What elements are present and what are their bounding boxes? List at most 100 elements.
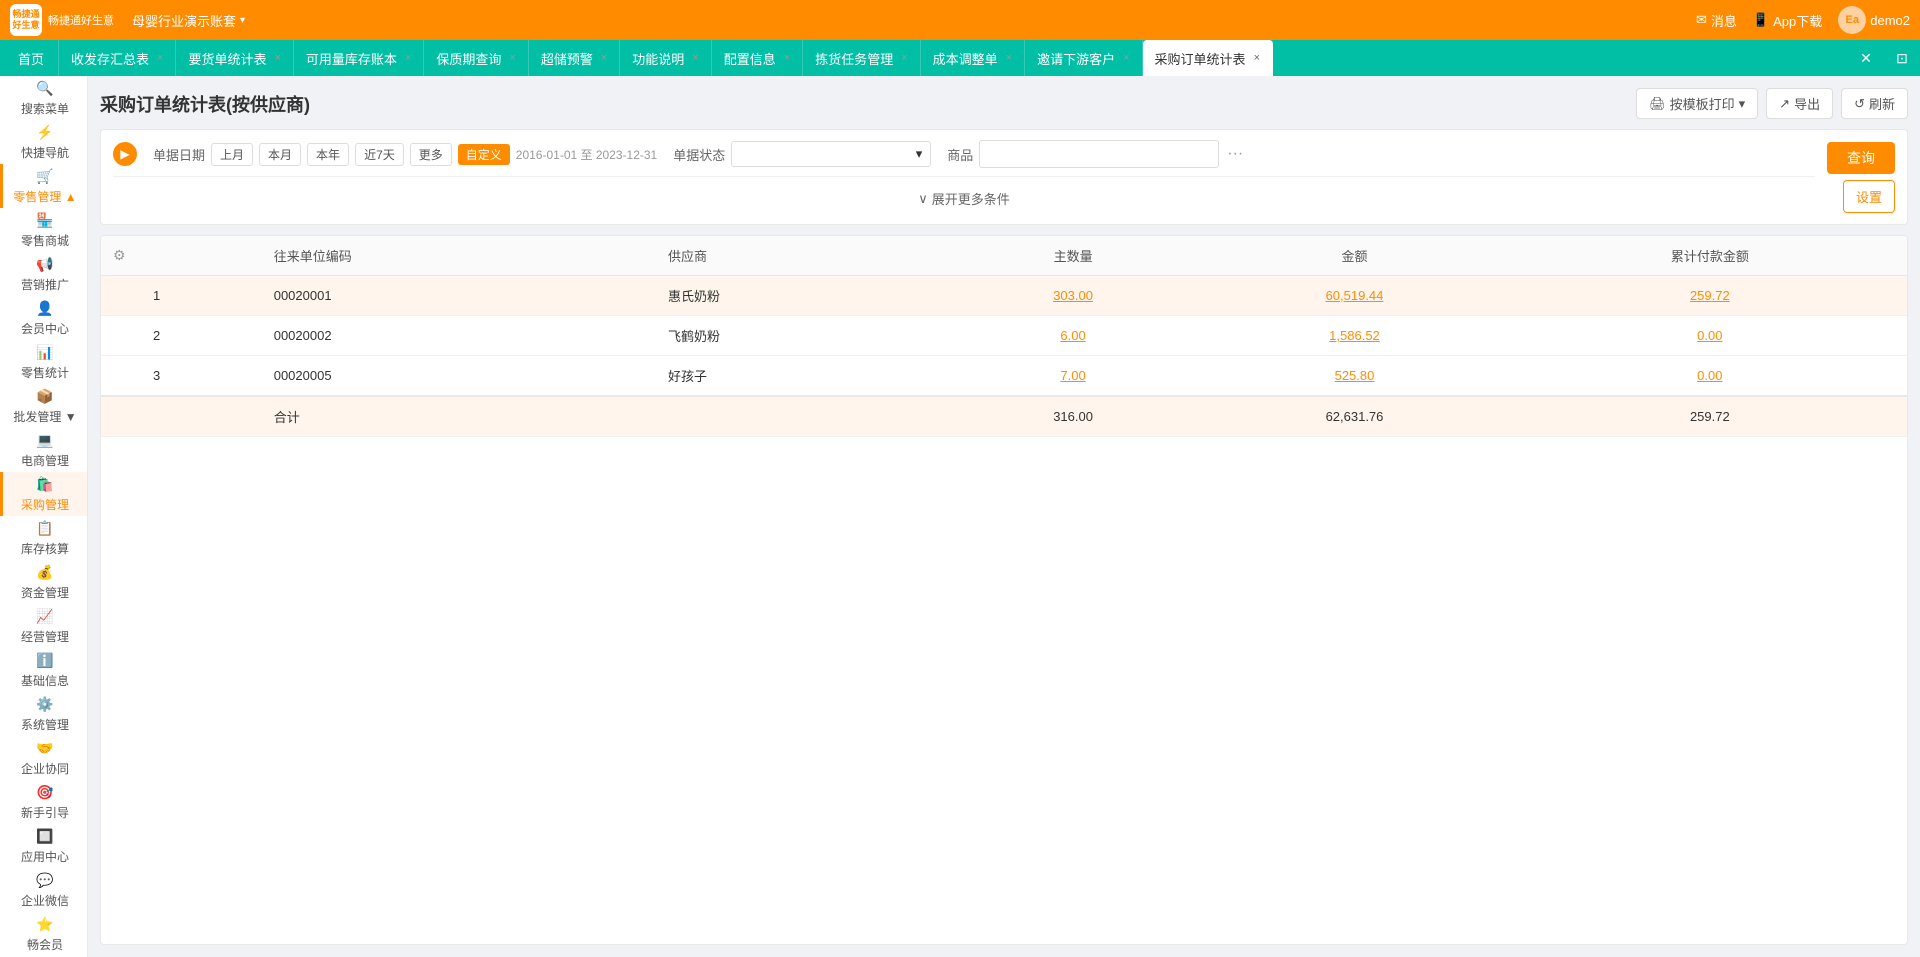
- status-select[interactable]: ▾: [731, 141, 931, 167]
- date-btn-last-month[interactable]: 上月: [211, 143, 253, 166]
- sidebar-item-enterprise-wechat[interactable]: 💬 企业微信: [0, 869, 87, 913]
- sidebar-item-enterprise-collab[interactable]: 🤝 企业协同: [0, 737, 87, 781]
- column-settings-icon[interactable]: ⚙: [113, 247, 126, 263]
- tab-expiry-query-close-icon[interactable]: ×: [509, 52, 515, 64]
- date-btn-more[interactable]: 更多: [410, 143, 452, 166]
- row-cumulative-paid[interactable]: 0.00: [1513, 316, 1907, 356]
- sidebar-item-purchase-mgmt[interactable]: 🛍️ 采购管理: [0, 472, 87, 516]
- table-header-row: ⚙ 往来单位编码 供应商 主数量 金额 累计付款金额: [101, 236, 1907, 276]
- sidebar-item-app-center[interactable]: 🔲 应用中心: [0, 825, 87, 869]
- tab-receive-send-close-icon[interactable]: ×: [157, 52, 163, 64]
- row-main-qty[interactable]: 303.00: [950, 276, 1196, 316]
- sidebar-item-wholesale-mgmt[interactable]: 📦 批发管理 ▼: [0, 384, 87, 428]
- tab-config-info[interactable]: 配置信息 ×: [712, 40, 803, 76]
- tab-receive-send[interactable]: 收发存汇总表 ×: [59, 40, 176, 76]
- sidebar-item-retail-mgmt[interactable]: 🛒 零售管理 ▲: [0, 164, 87, 208]
- sidebar-item-quick-nav[interactable]: ⚡ 快捷导航: [0, 120, 87, 164]
- tab-pickup-task[interactable]: 拣货任务管理 ×: [803, 40, 920, 76]
- sidebar-item-retail-stats-label: 零售统计: [21, 364, 69, 381]
- basic-info-icon: ℹ️: [36, 652, 53, 669]
- sidebar-item-marketing[interactable]: 📢 营销推广: [0, 252, 87, 296]
- tab-function-desc-close-icon[interactable]: ×: [692, 52, 698, 64]
- sidebar-item-finance[interactable]: 💰 资金管理: [0, 561, 87, 605]
- data-table: ⚙ 往来单位编码 供应商 主数量 金额 累计付款金额 1: [101, 236, 1907, 437]
- row-settings-cell: [101, 276, 141, 316]
- tab-function-desc-label: 功能说明: [632, 49, 684, 68]
- row-unit-code: 00020005: [262, 356, 656, 397]
- tab-invite-downstream[interactable]: 邀请下游客户 ×: [1025, 40, 1142, 76]
- goods-more-icon[interactable]: ···: [1227, 145, 1243, 163]
- search-button[interactable]: 查询: [1827, 142, 1895, 174]
- sidebar-item-inventory-label: 库存核算: [21, 540, 69, 557]
- sidebar-item-retail-stats[interactable]: 📊 零售统计: [0, 340, 87, 384]
- row-cumulative-paid[interactable]: 0.00: [1513, 356, 1907, 397]
- sidebar-item-inventory[interactable]: 📋 库存核算: [0, 516, 87, 560]
- tab-order-summary-close-icon[interactable]: ×: [274, 52, 280, 64]
- print-button[interactable]: 🖨 按模板打印 ▾: [1636, 88, 1758, 119]
- footer-settings-cell: [101, 396, 141, 437]
- user-name: demo2: [1870, 13, 1910, 28]
- sidebar-item-search[interactable]: 🔍 搜索菜单: [0, 76, 87, 120]
- tab-order-summary-label: 要货单统计表: [188, 49, 266, 68]
- tab-purchase-summary-close-icon[interactable]: ×: [1254, 52, 1260, 64]
- row-settings-cell: [101, 316, 141, 356]
- export-label: 导出: [1794, 94, 1820, 113]
- tab-cost-adjust-close-icon[interactable]: ×: [1006, 52, 1012, 64]
- top-right-area: ✉ 消息 📱 App下载 Ea demo2: [1696, 6, 1910, 34]
- sidebar-item-ecommerce[interactable]: 💻 电商管理: [0, 428, 87, 472]
- tab-pickup-task-close-icon[interactable]: ×: [901, 52, 907, 64]
- sidebar-item-operations[interactable]: 📈 经营管理: [0, 605, 87, 649]
- refresh-button[interactable]: ↺ 刷新: [1841, 88, 1908, 119]
- close-all-tabs-button[interactable]: ✕: [1848, 40, 1884, 76]
- tab-order-summary[interactable]: 要货单统计表 ×: [176, 40, 293, 76]
- row-seq: 2: [141, 316, 262, 356]
- export-button[interactable]: ↗ 导出: [1766, 88, 1833, 119]
- expand-icon: ∨: [918, 191, 928, 207]
- sidebar-item-retail-mall[interactable]: 🏪 零售商城: [0, 208, 87, 252]
- row-amount[interactable]: 525.80: [1196, 356, 1512, 397]
- sidebar-item-wholesale-mgmt-label: 批发管理 ▼: [13, 408, 76, 425]
- goods-input[interactable]: [979, 140, 1219, 168]
- sidebar-item-basic-info[interactable]: ℹ️ 基础信息: [0, 649, 87, 693]
- date-btn-this-month[interactable]: 本月: [259, 143, 301, 166]
- workspace-selector[interactable]: 母婴行业演示账套 ▾: [132, 11, 1688, 30]
- maximize-button[interactable]: ⊡: [1884, 40, 1920, 76]
- goods-filter-label: 商品: [947, 145, 973, 164]
- row-cumulative-paid[interactable]: 259.72: [1513, 276, 1907, 316]
- tab-config-info-close-icon[interactable]: ×: [784, 52, 790, 64]
- tab-expiry-query[interactable]: 保质期查询 ×: [424, 40, 528, 76]
- tab-home[interactable]: 首页: [4, 40, 59, 76]
- sidebar-item-system-mgmt[interactable]: ⚙️ 系统管理: [0, 693, 87, 737]
- row-amount[interactable]: 60,519.44: [1196, 276, 1512, 316]
- expand-more-button[interactable]: ∨ 展开更多条件: [113, 183, 1815, 208]
- tab-overstock-warning-close-icon[interactable]: ×: [601, 52, 607, 64]
- date-btn-this-year[interactable]: 本年: [307, 143, 349, 166]
- tab-available-inventory[interactable]: 可用量库存账本 ×: [294, 40, 424, 76]
- page-title: 采购订单统计表(按供应商): [100, 91, 310, 117]
- tab-purchase-summary-label: 采购订单统计表: [1155, 49, 1246, 68]
- table-scroll[interactable]: ⚙ 往来单位编码 供应商 主数量 金额 累计付款金额 1: [101, 236, 1907, 944]
- sidebar-item-finance-label: 资金管理: [21, 584, 69, 601]
- tab-invite-downstream-close-icon[interactable]: ×: [1123, 52, 1129, 64]
- settings-button[interactable]: 设置: [1843, 180, 1895, 213]
- user-profile[interactable]: Ea demo2: [1838, 6, 1910, 34]
- date-btn-7days[interactable]: 近7天: [355, 143, 404, 166]
- logo-area: 畅捷通好生意 畅捷通好生意: [10, 4, 114, 36]
- filter-toggle-button[interactable]: ▶: [113, 142, 137, 166]
- tab-purchase-summary[interactable]: 采购订单统计表 ×: [1143, 40, 1273, 76]
- row-main-qty[interactable]: 6.00: [950, 316, 1196, 356]
- page-actions: 🖨 按模板打印 ▾ ↗ 导出 ↺ 刷新: [1636, 88, 1908, 119]
- sidebar-item-member-center[interactable]: 👤 会员中心: [0, 296, 87, 340]
- sidebar-item-member-card[interactable]: ⭐ 畅会员: [0, 913, 87, 957]
- tab-overstock-warning[interactable]: 超储预警 ×: [529, 40, 620, 76]
- tab-cost-adjust[interactable]: 成本调整单 ×: [921, 40, 1025, 76]
- message-button[interactable]: ✉ 消息: [1696, 11, 1737, 30]
- date-buttons-group: 上月 本月 本年 近7天 更多 自定义: [211, 143, 510, 166]
- tab-function-desc[interactable]: 功能说明 ×: [620, 40, 711, 76]
- row-main-qty[interactable]: 7.00: [950, 356, 1196, 397]
- col-settings: ⚙: [101, 236, 141, 276]
- row-amount[interactable]: 1,586.52: [1196, 316, 1512, 356]
- tab-available-inventory-close-icon[interactable]: ×: [405, 52, 411, 64]
- app-download-button[interactable]: 📱 App下载: [1753, 11, 1822, 30]
- sidebar-item-new-guide[interactable]: 🎯 新手引导: [0, 781, 87, 825]
